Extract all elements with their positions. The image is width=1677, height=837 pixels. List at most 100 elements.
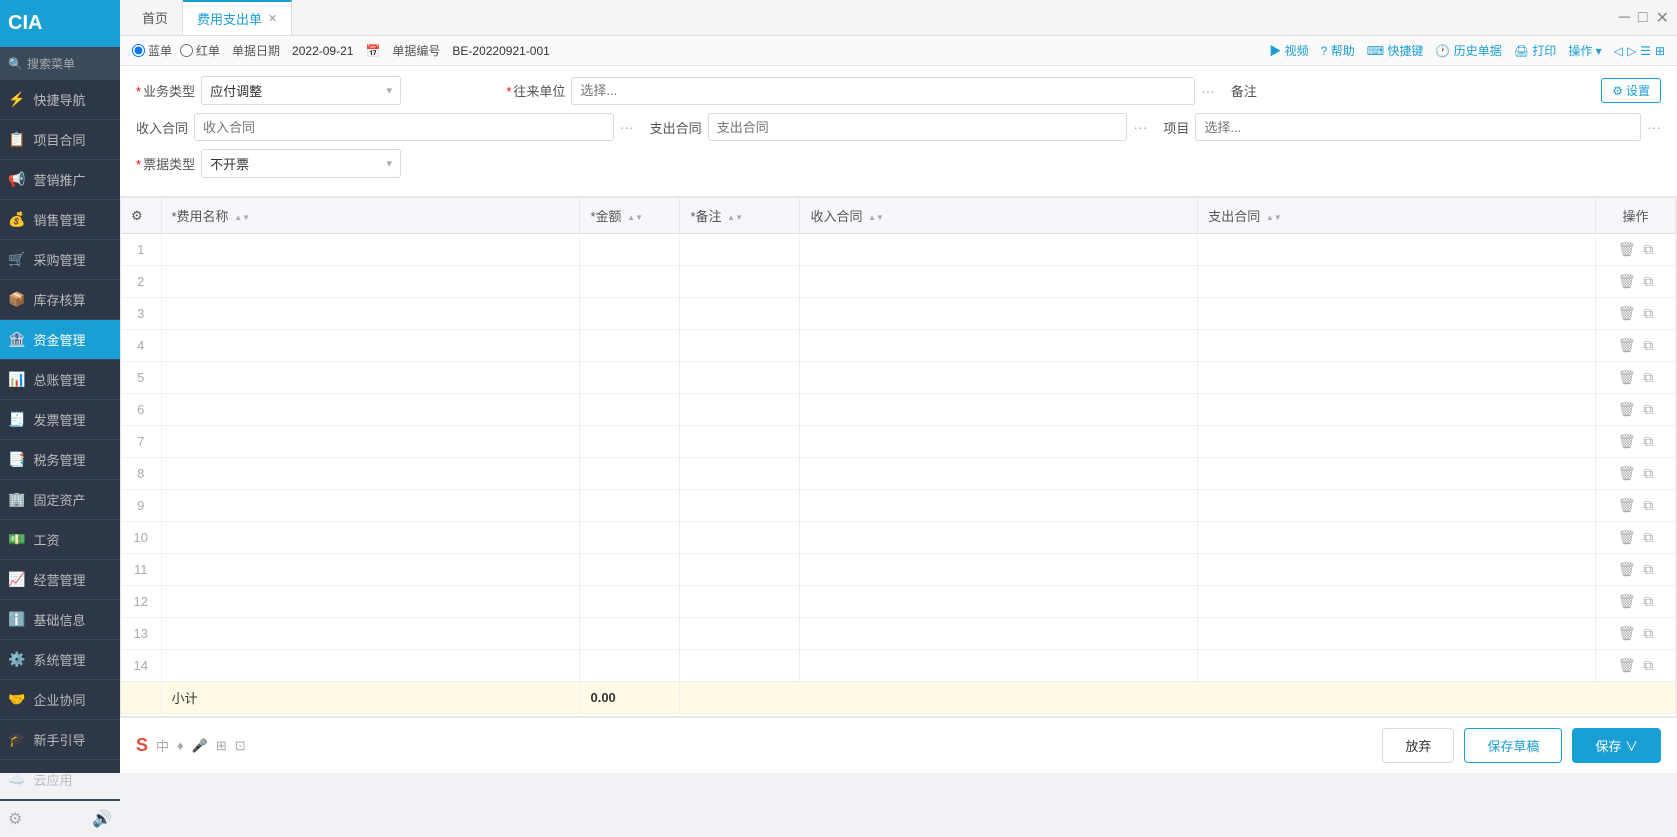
row-income-contract[interactable] xyxy=(800,458,1198,490)
row-note[interactable] xyxy=(680,394,800,426)
row-expense-name[interactable] xyxy=(161,426,580,458)
sort-expense-name[interactable]: ▲▼ xyxy=(234,213,250,222)
history-btn[interactable]: 🕐 历史单据 xyxy=(1435,42,1501,59)
row-amount[interactable] xyxy=(580,330,680,362)
row-delete-btn[interactable]: 🗑 xyxy=(1616,559,1638,580)
row-expense-name[interactable] xyxy=(161,554,580,586)
row-amount[interactable] xyxy=(580,650,680,682)
win-close[interactable]: ✕ xyxy=(1656,8,1669,28)
sidebar-item-capital[interactable]: 🏦资金管理 xyxy=(0,320,120,360)
row-note[interactable] xyxy=(680,490,800,522)
row-delete-btn[interactable]: 🗑 xyxy=(1616,271,1638,292)
sidebar-item-invoice[interactable]: 🧾发票管理 xyxy=(0,400,120,440)
win-maximize[interactable]: □ xyxy=(1638,9,1648,27)
footer-icon-5[interactable]: ⊡ xyxy=(235,738,246,754)
row-expense-contract[interactable] xyxy=(1198,266,1596,298)
sidebar-item-operations[interactable]: 📈经营管理 xyxy=(0,560,120,600)
row-expense-contract[interactable] xyxy=(1198,586,1596,618)
sidebar-item-base-info[interactable]: ℹ️基础信息 xyxy=(0,600,120,640)
sort-income[interactable]: ▲▼ xyxy=(868,213,884,222)
sidebar-item-cloud-apps[interactable]: ☁️云应用 xyxy=(0,760,120,800)
sidebar-item-project-contract[interactable]: 📋项目合同 xyxy=(0,120,120,160)
footer-icon-1[interactable]: 中 xyxy=(156,736,169,755)
date-value[interactable]: 2022-09-21 xyxy=(292,44,353,58)
row-income-contract[interactable] xyxy=(800,554,1198,586)
win-minimize[interactable]: ─ xyxy=(1619,9,1630,27)
row-copy-btn[interactable]: ⧉ xyxy=(1641,623,1655,644)
row-copy-btn[interactable]: ⧉ xyxy=(1641,399,1655,420)
sidebar-item-marketing[interactable]: 📢营销推广 xyxy=(0,160,120,200)
tab-expense-close[interactable]: ✕ xyxy=(268,12,277,25)
row-amount[interactable] xyxy=(580,426,680,458)
video-btn[interactable]: ▶ 视频 xyxy=(1269,42,1308,59)
sidebar-item-sales[interactable]: 💰销售管理 xyxy=(0,200,120,240)
row-expense-name[interactable] xyxy=(161,234,580,266)
sidebar-item-new-user[interactable]: 🎓新手引导 xyxy=(0,720,120,760)
row-expense-contract[interactable] xyxy=(1198,362,1596,394)
counterpart-input[interactable] xyxy=(571,77,1195,105)
row-amount[interactable] xyxy=(580,554,680,586)
row-note[interactable] xyxy=(680,266,800,298)
row-copy-btn[interactable]: ⧉ xyxy=(1641,431,1655,452)
abandon-btn[interactable]: 放弃 xyxy=(1382,728,1454,763)
row-note[interactable] xyxy=(680,330,800,362)
sidebar-item-inventory[interactable]: 📦库存核算 xyxy=(0,280,120,320)
row-delete-btn[interactable]: 🗑 xyxy=(1616,431,1638,452)
row-expense-name[interactable] xyxy=(161,650,580,682)
nav-right-btn[interactable]: ▷ xyxy=(1627,44,1636,58)
row-copy-btn[interactable]: ⧉ xyxy=(1641,527,1655,548)
row-income-contract[interactable] xyxy=(800,234,1198,266)
audio-icon[interactable]: 🔊 xyxy=(92,809,112,829)
row-copy-btn[interactable]: ⧉ xyxy=(1641,271,1655,292)
row-income-contract[interactable] xyxy=(800,266,1198,298)
footer-icon-3[interactable]: 🎤 xyxy=(192,738,208,754)
row-copy-btn[interactable]: ⧉ xyxy=(1641,303,1655,324)
row-delete-btn[interactable]: 🗑 xyxy=(1616,623,1638,644)
tab-home[interactable]: 首页 xyxy=(128,0,183,35)
row-note[interactable] xyxy=(680,554,800,586)
row-amount[interactable] xyxy=(580,522,680,554)
sidebar-item-fixed-assets[interactable]: 🏢固定资产 xyxy=(0,480,120,520)
sidebar-item-enterprise[interactable]: 🤝企业协同 xyxy=(0,680,120,720)
col-settings[interactable]: ⚙ xyxy=(121,198,161,234)
row-income-contract[interactable] xyxy=(800,298,1198,330)
row-income-contract[interactable] xyxy=(800,490,1198,522)
col-expense-name[interactable]: *费用名称 ▲▼ xyxy=(161,198,580,234)
row-delete-btn[interactable]: 🗑 xyxy=(1616,399,1638,420)
row-copy-btn[interactable]: ⧉ xyxy=(1641,559,1655,580)
row-note[interactable] xyxy=(680,362,800,394)
income-contract-input[interactable] xyxy=(194,113,614,141)
row-note[interactable] xyxy=(680,458,800,490)
row-amount[interactable] xyxy=(580,458,680,490)
row-delete-btn[interactable]: 🗑 xyxy=(1616,303,1638,324)
row-amount[interactable] xyxy=(580,586,680,618)
row-note[interactable] xyxy=(680,522,800,554)
row-expense-contract[interactable] xyxy=(1198,234,1596,266)
expense-contract-input[interactable] xyxy=(708,113,1128,141)
row-expense-contract[interactable] xyxy=(1198,298,1596,330)
project-input[interactable] xyxy=(1195,113,1641,141)
row-amount[interactable] xyxy=(580,298,680,330)
row-expense-name[interactable] xyxy=(161,362,580,394)
row-expense-contract[interactable] xyxy=(1198,458,1596,490)
row-expense-name[interactable] xyxy=(161,330,580,362)
row-income-contract[interactable] xyxy=(800,618,1198,650)
sidebar-item-tax[interactable]: 📑税务管理 xyxy=(0,440,120,480)
sidebar-item-accounting[interactable]: 📊总账管理 xyxy=(0,360,120,400)
row-copy-btn[interactable]: ⧉ xyxy=(1641,591,1655,612)
row-income-contract[interactable] xyxy=(800,650,1198,682)
row-expense-contract[interactable] xyxy=(1198,490,1596,522)
row-delete-btn[interactable]: 🗑 xyxy=(1616,527,1638,548)
red-bill-radio[interactable]: 红单 xyxy=(180,42,220,59)
row-amount[interactable] xyxy=(580,266,680,298)
blue-bill-radio[interactable]: 蓝单 xyxy=(132,42,172,59)
row-expense-contract[interactable] xyxy=(1198,394,1596,426)
row-copy-btn[interactable]: ⧉ xyxy=(1641,335,1655,356)
row-income-contract[interactable] xyxy=(800,394,1198,426)
row-expense-name[interactable] xyxy=(161,298,580,330)
row-amount[interactable] xyxy=(580,618,680,650)
sidebar-item-system[interactable]: ⚙️系统管理 xyxy=(0,640,120,680)
row-expense-contract[interactable] xyxy=(1198,522,1596,554)
sidebar-search[interactable]: 🔍 搜索菜单 xyxy=(0,47,120,80)
nav-left-btn[interactable]: ◁ xyxy=(1614,44,1623,58)
